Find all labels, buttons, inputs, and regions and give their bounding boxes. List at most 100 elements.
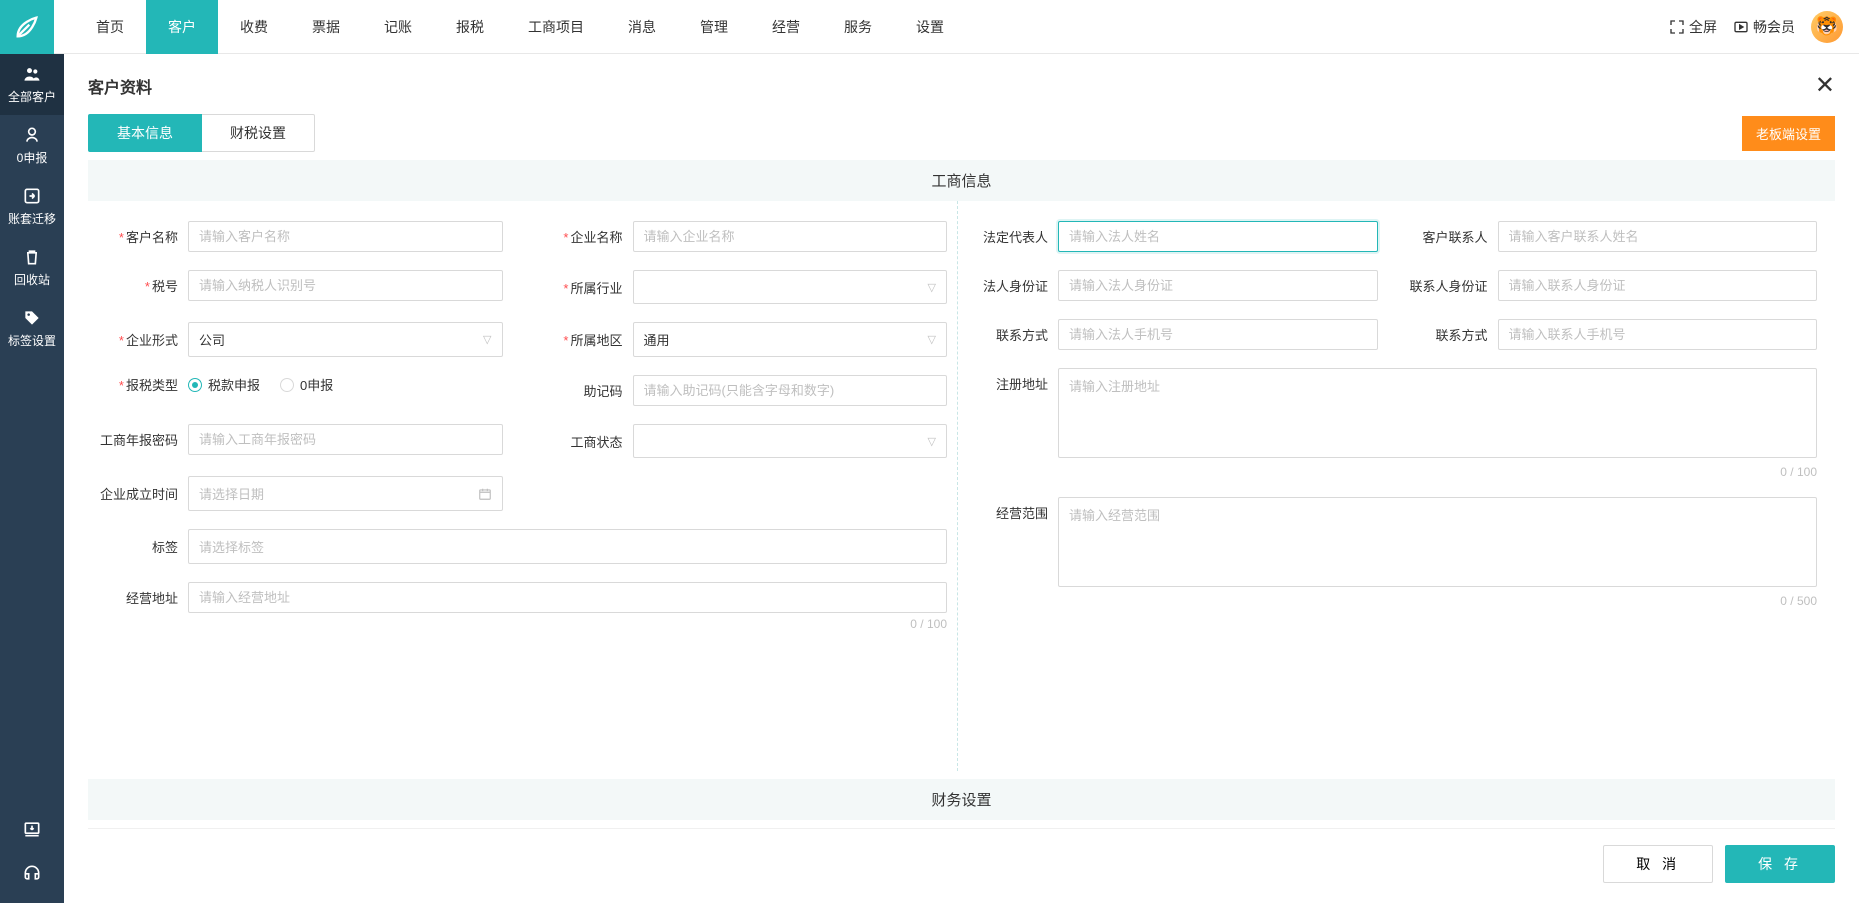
chevron-down-icon: ▽	[483, 333, 491, 346]
close-button[interactable]: ✕	[1815, 74, 1835, 98]
radio-tax-declare[interactable]: 税款申报	[188, 375, 260, 394]
label-contact-phone: 联系方式	[1435, 328, 1487, 343]
label-contact-id: 联系人身份证	[1409, 279, 1487, 294]
ic-status-select[interactable]: ▽	[633, 424, 948, 458]
nav-bookkeeping[interactable]: 记账	[362, 0, 434, 54]
tax-no-input[interactable]	[188, 270, 503, 301]
sidebar-download[interactable]	[0, 807, 64, 851]
sidebar-label: 回收站	[14, 271, 50, 288]
label-ic-status: 工商状态	[570, 435, 622, 450]
fullscreen-icon	[1669, 19, 1685, 35]
nav-fee[interactable]: 收费	[218, 0, 290, 54]
label-legal-id: 法人身份证	[983, 279, 1048, 294]
nav-customer[interactable]: 客户	[146, 0, 218, 54]
establish-date-input[interactable]: 请选择日期	[188, 476, 503, 511]
nav-tax[interactable]: 报税	[434, 0, 506, 54]
nav-operate[interactable]: 经营	[750, 0, 822, 54]
customer-detail-panel: 客户资料 ✕ 基本信息 财税设置 老板端设置 工商信息 *客户名称 *企业名称 …	[64, 54, 1859, 903]
app-logo[interactable]	[0, 0, 54, 54]
label-enterprise-name: 企业名称	[570, 230, 622, 245]
mnemonic-input[interactable]	[633, 375, 948, 406]
nav-settings[interactable]: 设置	[894, 0, 966, 54]
label-customer-name: 客户名称	[126, 230, 178, 245]
tab-tax-settings[interactable]: 财税设置	[202, 114, 315, 152]
business-scope-counter: 0 / 500	[1058, 594, 1817, 608]
label-establish-date: 企业成立时间	[100, 487, 178, 502]
nav-home[interactable]: 首页	[74, 0, 146, 54]
sidebar-item-migrate[interactable]: 账套迁移	[0, 176, 64, 237]
trash-icon	[22, 247, 42, 267]
fullscreen-button[interactable]: 全屏	[1669, 17, 1717, 37]
sidebar-item-zero-declare[interactable]: 0申报	[0, 115, 64, 176]
label-mnemonic: 助记码	[583, 384, 622, 399]
save-button[interactable]: 保 存	[1725, 845, 1835, 883]
play-icon	[1733, 19, 1749, 35]
nav-message[interactable]: 消息	[606, 0, 678, 54]
section-business-info: 工商信息	[88, 160, 1835, 201]
legal-rep-input[interactable]	[1058, 221, 1378, 252]
tags-select[interactable]: 请选择标签	[188, 529, 947, 564]
nav-ic-project[interactable]: 工商项目	[506, 0, 606, 54]
label-customer-contact: 客户联系人	[1422, 230, 1487, 245]
top-navigation: 首页 客户 收费 票据 记账 报税 工商项目 消息 管理 经营 服务 设置 全屏…	[0, 0, 1859, 54]
enterprise-name-input[interactable]	[633, 221, 948, 252]
sidebar-support[interactable]	[0, 851, 64, 895]
nav-service[interactable]: 服务	[822, 0, 894, 54]
panel-tabs: 基本信息 财税设置	[88, 114, 315, 152]
label-tags: 标签	[152, 540, 178, 555]
sidebar-item-recycle[interactable]: 回收站	[0, 237, 64, 298]
label-enterprise-type: 企业形式	[126, 333, 178, 348]
label-tax-type: 报税类型	[126, 378, 178, 393]
label-tax-no: 税号	[152, 279, 178, 294]
nav-invoice[interactable]: 票据	[290, 0, 362, 54]
business-scope-textarea[interactable]	[1058, 497, 1817, 587]
sidebar-label: 标签设置	[8, 332, 56, 349]
sidebar-label: 全部客户	[8, 88, 56, 105]
chevron-down-icon: ▽	[928, 435, 936, 448]
label-annual-pwd: 工商年报密码	[100, 433, 178, 448]
nav-items: 首页 客户 收费 票据 记账 报税 工商项目 消息 管理 经营 服务 设置	[74, 0, 1669, 54]
vip-label: 畅会员	[1753, 17, 1795, 37]
radio-zero-declare[interactable]: 0申报	[280, 375, 333, 394]
people-icon	[22, 64, 42, 84]
contact-id-input[interactable]	[1498, 270, 1818, 301]
customer-name-input[interactable]	[188, 221, 503, 252]
sidebar-item-all-customers[interactable]: 全部客户	[0, 54, 64, 115]
chevron-down-icon: ▽	[928, 333, 936, 346]
panel-footer: 取 消 保 存	[88, 828, 1835, 883]
contact-phone-input[interactable]	[1498, 319, 1818, 350]
legal-id-input[interactable]	[1058, 270, 1378, 301]
business-address-counter: 0 / 100	[188, 617, 947, 631]
sidebar-item-tag-settings[interactable]: 标签设置	[0, 298, 64, 359]
enterprise-type-select[interactable]: 公司▽	[188, 322, 503, 357]
registered-address-textarea[interactable]	[1058, 368, 1817, 458]
section-finance-settings: 财务设置	[88, 779, 1835, 820]
form-area: *客户名称 *企业名称 *税号 *所属行业▽ *企业形式公司▽ *所属地区通用▽…	[88, 201, 1835, 771]
boss-settings-button[interactable]: 老板端设置	[1742, 116, 1835, 151]
chevron-down-icon: ▽	[928, 281, 936, 294]
annual-password-input[interactable]	[188, 424, 503, 455]
label-region: 所属地区	[570, 333, 622, 348]
download-icon	[22, 819, 42, 839]
tab-basic-info[interactable]: 基本信息	[88, 114, 202, 152]
customer-contact-input[interactable]	[1498, 221, 1818, 252]
label-legal-phone: 联系方式	[996, 328, 1048, 343]
user-avatar[interactable]: 🐯	[1811, 11, 1843, 43]
form-left-column: *客户名称 *企业名称 *税号 *所属行业▽ *企业形式公司▽ *所属地区通用▽…	[88, 201, 958, 771]
industry-select[interactable]: ▽	[633, 270, 948, 304]
calendar-icon	[478, 487, 492, 501]
legal-phone-input[interactable]	[1058, 319, 1378, 350]
sidebar: 全部客户 0申报 账套迁移 回收站 标签设置	[0, 54, 64, 903]
nav-manage[interactable]: 管理	[678, 0, 750, 54]
business-address-input[interactable]	[188, 582, 947, 613]
migrate-icon	[22, 186, 42, 206]
region-select[interactable]: 通用▽	[633, 322, 948, 357]
headset-icon	[22, 125, 42, 145]
registered-address-counter: 0 / 100	[1058, 465, 1817, 479]
label-registered-address: 注册地址	[996, 377, 1048, 392]
label-business-scope: 经营范围	[996, 506, 1048, 521]
cancel-button[interactable]: 取 消	[1603, 845, 1713, 883]
vip-button[interactable]: 畅会员	[1733, 17, 1795, 37]
label-business-address: 经营地址	[126, 591, 178, 606]
leaf-icon	[13, 13, 41, 41]
